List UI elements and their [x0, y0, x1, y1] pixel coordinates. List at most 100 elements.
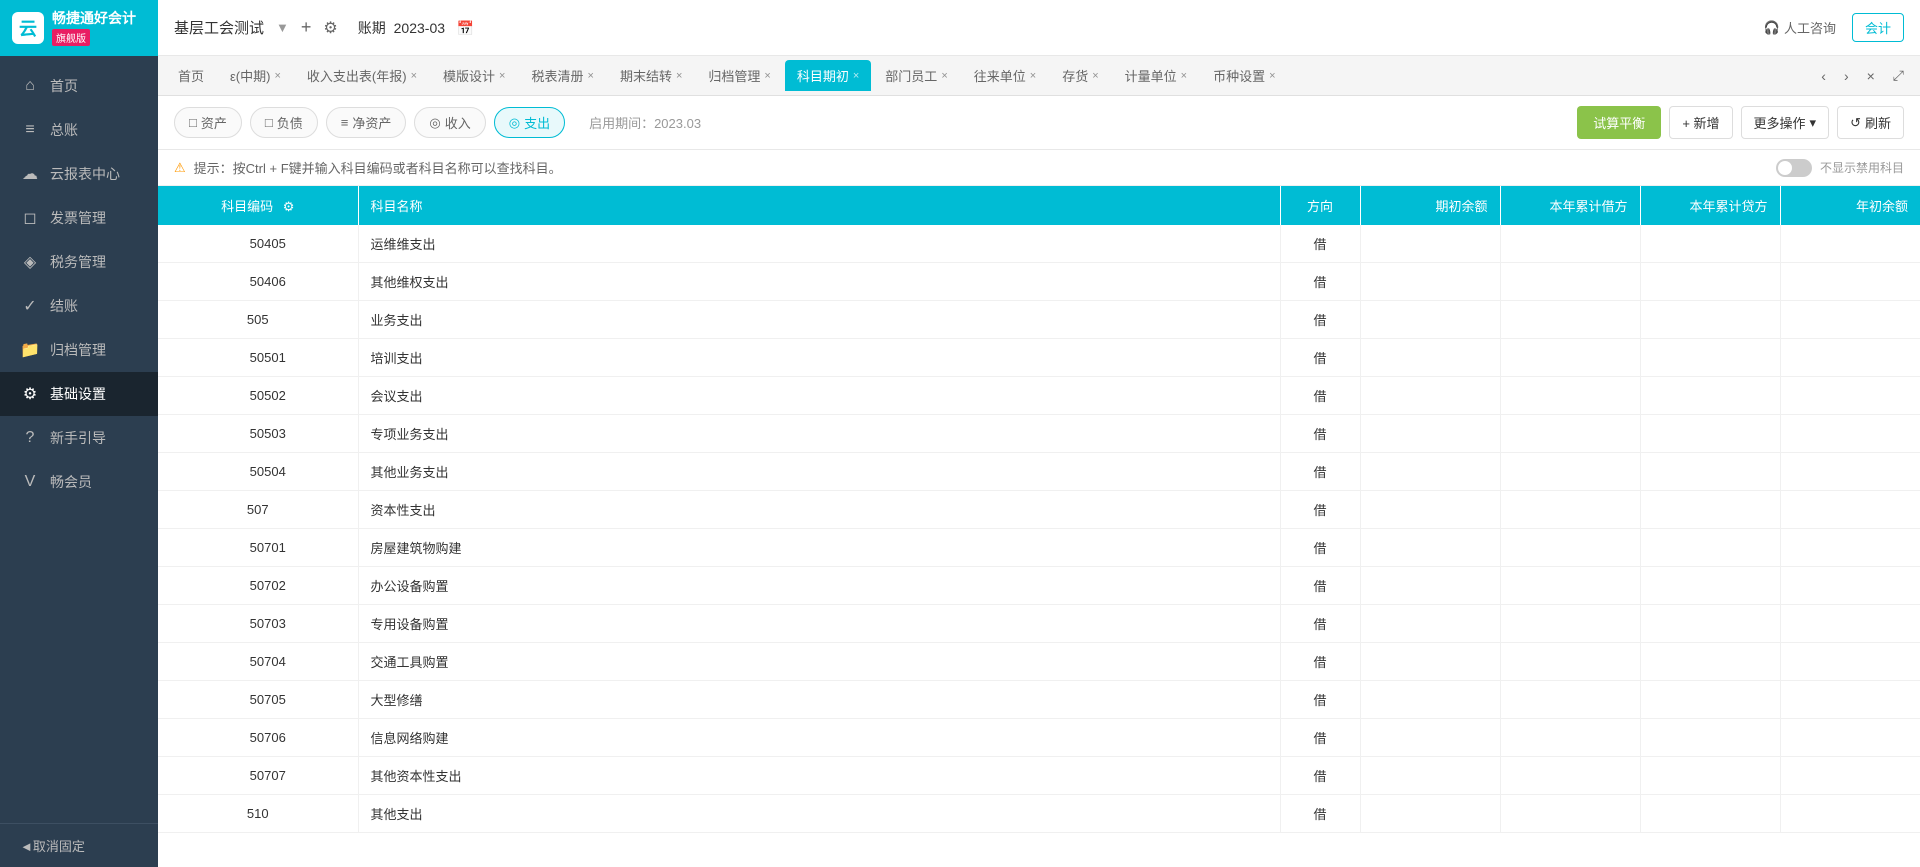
refresh-label: 刷新 [1865, 113, 1891, 132]
sidebar-item-guide[interactable]: ? 新手引导 [0, 416, 158, 460]
tabbar: 首页 ε(中期) × 收入支出表(年报) × 模版设计 × 税表清册 × 期末结… [158, 56, 1920, 96]
more-btn[interactable]: 更多操作 ▾ [1741, 106, 1830, 139]
tab-annual[interactable]: 收入支出表(年报) × [295, 60, 429, 91]
tab-dept[interactable]: 部门员工 × [873, 60, 959, 91]
tab-template-close[interactable]: × [499, 70, 505, 82]
sidebar-item-ledger[interactable]: ≡ 总账 [0, 108, 158, 152]
tab-customer[interactable]: 往来单位 × [962, 60, 1048, 91]
sidebar-item-tax[interactable]: ◈ 税务管理 [0, 240, 158, 284]
tab-unit[interactable]: 计量单位 × [1113, 60, 1199, 91]
table-row[interactable]: 50705 大型修缮 借 [158, 681, 1920, 719]
tab-dept-close[interactable]: × [941, 70, 947, 82]
sidebar-item-reports[interactable]: ☁ 云报表中心 [0, 152, 158, 196]
cell-opening-bal [1360, 605, 1500, 643]
tab-mid[interactable]: ε(中期) × [218, 60, 293, 91]
tab-scroll-right[interactable]: › [1836, 64, 1857, 88]
sidebar-item-close[interactable]: ✓ 结账 [0, 284, 158, 328]
tab-scroll-left[interactable]: ‹ [1813, 64, 1834, 88]
table-row[interactable]: 50503 专项业务支出 借 [158, 415, 1920, 453]
tab-subject-init-close[interactable]: × [853, 70, 859, 82]
table-row[interactable]: 50406 其他维权支出 借 [158, 263, 1920, 301]
tab-inventory[interactable]: 存货 × [1050, 60, 1110, 91]
workspace-dropdown-icon[interactable]: ▼ [276, 20, 289, 35]
cell-dir: 借 [1280, 491, 1360, 529]
tab-mid-close[interactable]: × [274, 70, 280, 82]
cell-dir: 借 [1280, 681, 1360, 719]
tab-currency-close[interactable]: × [1269, 70, 1275, 82]
tab-currency[interactable]: 币种设置 × [1201, 60, 1287, 91]
table-row[interactable]: 50706 信息网络购建 借 [158, 719, 1920, 757]
th-settings-icon[interactable]: ⚙ [283, 199, 295, 214]
table-header-row: 科目编码 ⚙ 科目名称 方向 期初余额 本年累计借方 本年累计贷方 年初余额 [158, 186, 1920, 225]
disable-toggle[interactable] [1776, 159, 1812, 177]
tab-inventory-close[interactable]: × [1092, 70, 1098, 82]
tab-subject-init[interactable]: 科目期初 × [785, 60, 871, 91]
cell-opening-bal [1360, 263, 1500, 301]
cell-ytd-debit [1500, 377, 1640, 415]
help-btn[interactable]: 🎧 人工咨询 [1764, 18, 1836, 37]
filter-income-btn[interactable]: ◎ 收入 [414, 107, 485, 138]
table-row[interactable]: 505 业务支出 借 [158, 301, 1920, 339]
tab-home[interactable]: 首页 [166, 60, 216, 91]
filter-asset-btn[interactable]: □ 资产 [174, 107, 242, 138]
table-row[interactable]: 50504 其他业务支出 借 [158, 453, 1920, 491]
tab-tax[interactable]: 税表清册 × [519, 60, 605, 91]
sidebar-item-settings[interactable]: ⚙ 基础设置 [0, 372, 158, 416]
sidebar-item-archive[interactable]: 📁 归档管理 [0, 328, 158, 372]
tab-template[interactable]: 模版设计 × [431, 60, 517, 91]
add-btn[interactable]: + 新增 [1669, 106, 1732, 139]
page-header: □ 资产 □ 负债 ≡ 净资产 ◎ 收入 ◎ 支出 启用期间：2023.03 试… [158, 96, 1920, 150]
tab-tax-close[interactable]: × [588, 70, 594, 82]
cell-ytd-debit [1500, 301, 1640, 339]
user-role-btn[interactable]: 会计 [1852, 13, 1904, 42]
table-row[interactable]: 50707 其他资本性支出 借 [158, 757, 1920, 795]
cell-name: 交通工具购置 [358, 643, 1280, 681]
table-row[interactable]: 50701 房屋建筑物购建 借 [158, 529, 1920, 567]
add-workspace-btn[interactable]: + [301, 17, 312, 38]
tab-unit-close[interactable]: × [1181, 70, 1187, 82]
tab-archive-close[interactable]: × [764, 70, 770, 82]
cell-ytd-debit [1500, 453, 1640, 491]
sidebar-item-home[interactable]: ⌂ 首页 [0, 64, 158, 108]
table-row[interactable]: 50405 运维维支出 借 [158, 225, 1920, 263]
sidebar-item-vip[interactable]: V 畅会员 [0, 460, 158, 504]
guide-icon: ? [20, 429, 40, 447]
tab-period-close[interactable]: 期末结转 × [608, 60, 694, 91]
filter-liability-btn[interactable]: □ 负债 [250, 107, 318, 138]
sidebar-label-vip: 畅会员 [50, 472, 92, 492]
asset-icon: □ [189, 115, 197, 130]
cell-code: 50502 [158, 377, 358, 415]
sidebar-item-invoice[interactable]: ◻ 发票管理 [0, 196, 158, 240]
filter-equity-btn[interactable]: ≡ 净资产 [326, 107, 407, 138]
cell-ytd-credit [1640, 301, 1780, 339]
period-calendar-icon[interactable]: 📅 [457, 20, 474, 36]
table-row[interactable]: 507 资本性支出 借 [158, 491, 1920, 529]
tab-period-close-x[interactable]: × [676, 70, 682, 82]
table-row[interactable]: 50703 专用设备购置 借 [158, 605, 1920, 643]
tab-archive[interactable]: 归档管理 × [696, 60, 782, 91]
page-header-right: 试算平衡 + 新增 更多操作 ▾ ↺ 刷新 [1577, 106, 1904, 139]
tab-close-all[interactable]: × [1859, 64, 1883, 88]
table-row[interactable]: 50501 培训支出 借 [158, 339, 1920, 377]
th-year-opening: 年初余额 [1780, 186, 1920, 225]
cell-year-opening [1780, 339, 1920, 377]
tab-customer-close[interactable]: × [1030, 70, 1036, 82]
table-row[interactable]: 50702 办公设备购置 借 [158, 567, 1920, 605]
refresh-btn[interactable]: ↺ 刷新 [1837, 106, 1904, 139]
table-row[interactable]: 50502 会议支出 借 [158, 377, 1920, 415]
calculate-btn[interactable]: 试算平衡 [1577, 106, 1661, 139]
tab-annual-close[interactable]: × [411, 70, 417, 82]
cell-ytd-credit [1640, 491, 1780, 529]
table-row[interactable]: 50704 交通工具购置 借 [158, 643, 1920, 681]
cell-ytd-debit [1500, 795, 1640, 833]
tab-maximize[interactable]: ⤢ [1885, 63, 1912, 88]
cell-name: 其他支出 [358, 795, 1280, 833]
filter-expense-btn[interactable]: ◎ 支出 [494, 107, 565, 138]
cell-ytd-debit [1500, 643, 1640, 681]
filter-asset-label: 资产 [201, 113, 227, 132]
sidebar-collapse-btn[interactable]: ◄取消固定 [0, 823, 158, 867]
cell-name: 其他维权支出 [358, 263, 1280, 301]
table-row[interactable]: 510 其他支出 借 [158, 795, 1920, 833]
workspace-settings-icon[interactable]: ⚙ [323, 18, 337, 38]
cell-year-opening [1780, 643, 1920, 681]
